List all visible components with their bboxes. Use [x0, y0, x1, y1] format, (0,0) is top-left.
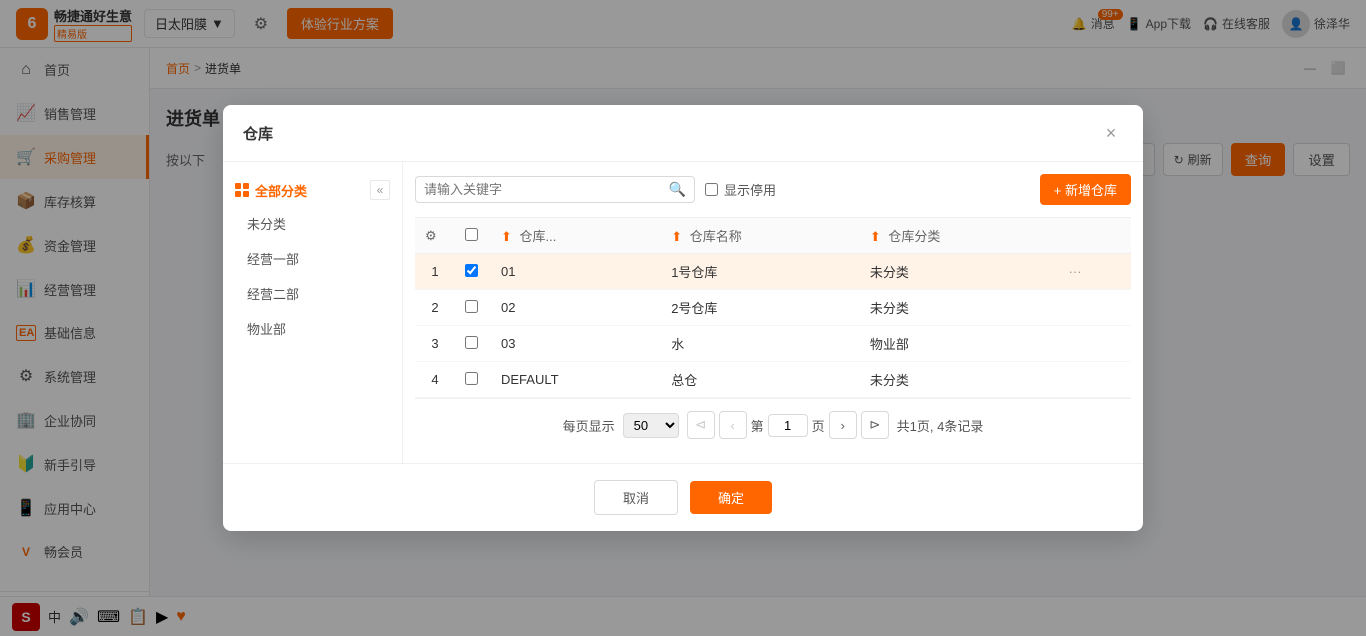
th-settings: ⚙ — [415, 218, 455, 254]
grid-icon — [235, 183, 249, 197]
search-input[interactable] — [424, 182, 663, 197]
sort-icon: ⬆ — [870, 229, 881, 244]
row-name: 1号仓库 — [661, 254, 860, 290]
th-checkbox — [455, 218, 491, 254]
next-page-button[interactable]: › — [829, 411, 857, 439]
category-header: 全部分类 « — [223, 174, 402, 206]
th-code: ⬆ 仓库... — [491, 218, 661, 254]
more-icon[interactable]: ··· — [1069, 264, 1082, 279]
select-all-checkbox[interactable] — [465, 228, 478, 241]
table-row[interactable]: 3 03 水 物业部 — [415, 326, 1131, 362]
row-check[interactable] — [455, 326, 491, 362]
row-num: 3 — [415, 326, 455, 362]
row-num: 1 — [415, 254, 455, 290]
row-name: 总仓 — [661, 362, 860, 398]
row-more[interactable] — [1059, 290, 1131, 326]
row-more[interactable]: ··· — [1059, 254, 1131, 290]
modal-footer: 取消 确定 — [223, 463, 1143, 531]
row-check[interactable] — [455, 290, 491, 326]
category-all[interactable]: 全部分类 — [235, 181, 307, 200]
row-check[interactable] — [455, 254, 491, 290]
search-field[interactable]: 🔍 — [415, 176, 695, 203]
category-panel: 全部分类 « 未分类 经营一部 经营二部 物业部 — [223, 162, 403, 463]
show-disabled-checkbox[interactable] — [705, 183, 718, 196]
th-category: ⬆ 仓库分类 — [860, 218, 1059, 254]
search-icon[interactable]: 🔍 — [669, 181, 686, 198]
table-toolbar: 🔍 显示停用 + 新增仓库 — [415, 174, 1131, 205]
sort-icon: ⬆ — [671, 229, 682, 244]
row-code: DEFAULT — [491, 362, 661, 398]
prev-page-button[interactable]: ‹ — [719, 411, 747, 439]
row-more[interactable] — [1059, 326, 1131, 362]
per-page-select[interactable]: 50 100 200 — [623, 413, 679, 438]
category-item-unclassified[interactable]: 未分类 — [223, 206, 402, 241]
add-warehouse-button[interactable]: + 新增仓库 — [1040, 174, 1131, 205]
row-name: 水 — [661, 326, 860, 362]
row-name: 2号仓库 — [661, 290, 860, 326]
collapse-button[interactable]: « — [370, 180, 390, 200]
pagination: 每页显示 50 100 200 ⊲ ‹ 第 页 › — [415, 398, 1131, 451]
row-num: 2 — [415, 290, 455, 326]
table-row[interactable]: 4 DEFAULT 总仓 未分类 — [415, 362, 1131, 398]
row-category: 物业部 — [860, 326, 1059, 362]
table-header-row: ⚙ ⬆ 仓库... ⬆ 仓库名称 — [415, 218, 1131, 254]
sort-icon: ⬆ — [501, 229, 512, 244]
row-more[interactable] — [1059, 362, 1131, 398]
row-num: 4 — [415, 362, 455, 398]
page-number-input[interactable] — [768, 414, 808, 437]
row-code: 03 — [491, 326, 661, 362]
category-item-dept2[interactable]: 经营二部 — [223, 276, 402, 311]
row-code: 01 — [491, 254, 661, 290]
row-category: 未分类 — [860, 362, 1059, 398]
row-code: 02 — [491, 290, 661, 326]
category-item-property[interactable]: 物业部 — [223, 311, 402, 346]
table-row[interactable]: 2 02 2号仓库 未分类 — [415, 290, 1131, 326]
row-category: 未分类 — [860, 254, 1059, 290]
modal-title: 仓库 — [243, 123, 273, 144]
modal-header: 仓库 × — [223, 105, 1143, 162]
modal-close-button[interactable]: × — [1099, 121, 1123, 145]
table-row[interactable]: 1 01 1号仓库 未分类 ··· — [415, 254, 1131, 290]
th-name: ⬆ 仓库名称 — [661, 218, 860, 254]
first-page-button[interactable]: ⊲ — [687, 411, 715, 439]
modal-overlay: 仓库 × 全部分类 « 未分类 经营一部 经营二部 物业部 — [0, 0, 1366, 636]
per-page-dropdown[interactable]: 50 100 200 — [623, 413, 679, 438]
show-disabled-label[interactable]: 显示停用 — [705, 180, 776, 199]
warehouse-table: ⚙ ⬆ 仓库... ⬆ 仓库名称 — [415, 217, 1131, 398]
table-panel: 🔍 显示停用 + 新增仓库 ⚙ — [403, 162, 1143, 463]
page-navigation: ⊲ ‹ 第 页 › ⊳ — [687, 411, 889, 439]
warehouse-modal: 仓库 × 全部分类 « 未分类 经营一部 经营二部 物业部 — [223, 105, 1143, 531]
row-check[interactable] — [455, 362, 491, 398]
category-item-dept1[interactable]: 经营一部 — [223, 241, 402, 276]
last-page-button[interactable]: ⊳ — [861, 411, 889, 439]
modal-body: 全部分类 « 未分类 经营一部 经营二部 物业部 🔍 — [223, 162, 1143, 463]
row-category: 未分类 — [860, 290, 1059, 326]
confirm-button[interactable]: 确定 — [690, 481, 772, 514]
cancel-button[interactable]: 取消 — [594, 480, 678, 515]
th-actions — [1059, 218, 1131, 254]
